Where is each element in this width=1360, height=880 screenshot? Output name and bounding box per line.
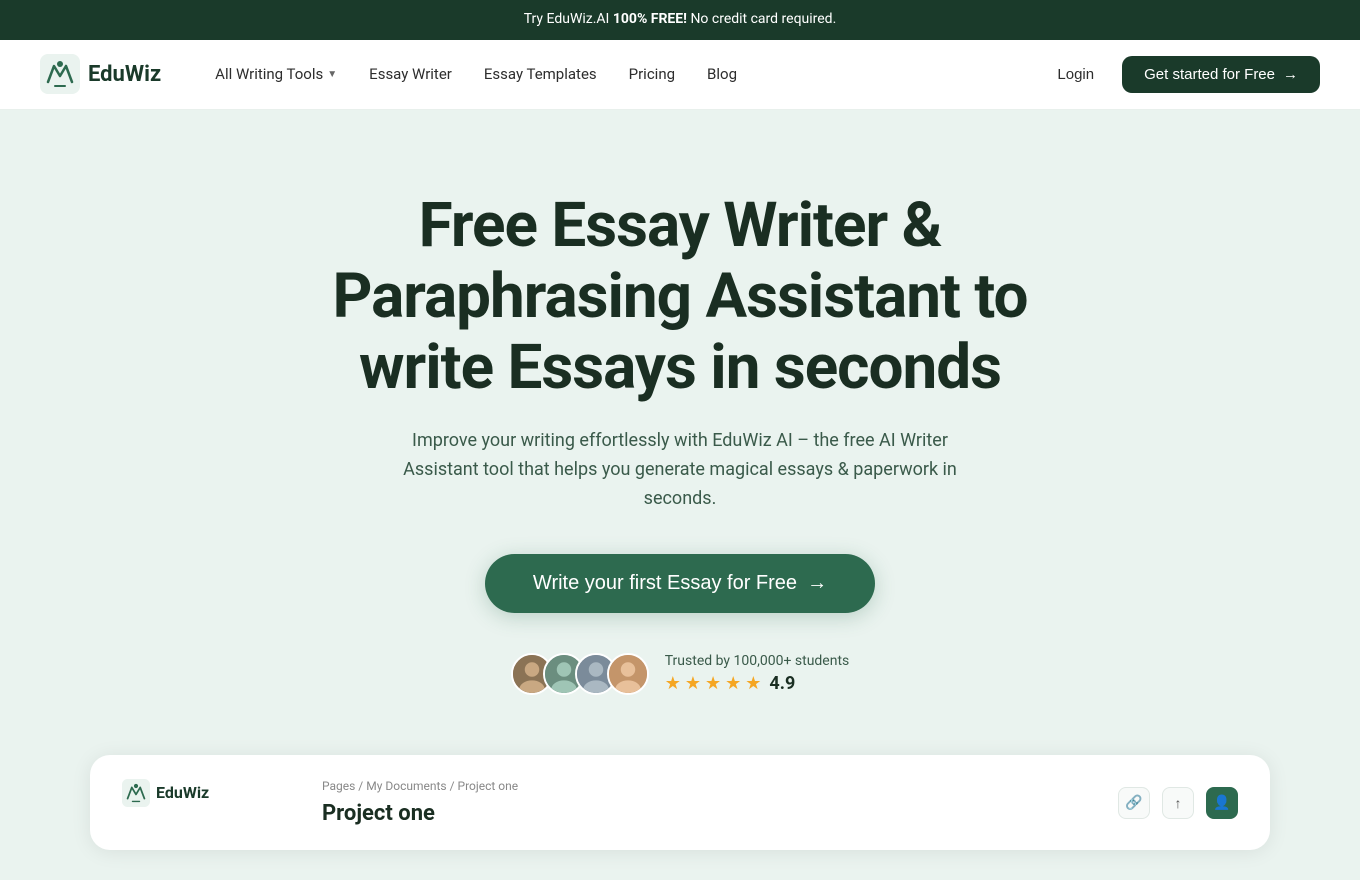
nav-item-essay-templates[interactable]: Essay Templates <box>470 57 611 91</box>
nav-links: All Writing Tools ▼ Essay Writer Essay T… <box>201 57 751 91</box>
nav-item-pricing[interactable]: Pricing <box>615 57 689 91</box>
card-actions: 🔗 ↑ 👤 <box>1118 779 1238 819</box>
star-icon: ★ <box>745 673 761 694</box>
trust-info: Trusted by 100,000+ students ★ ★ ★ ★ ★ 4… <box>665 653 850 694</box>
navbar-left: EduWiz All Writing Tools ▼ Essay Writer … <box>40 54 751 94</box>
social-proof: Trusted by 100,000+ students ★ ★ ★ ★ ★ 4… <box>40 653 1320 695</box>
chevron-down-icon: ▼ <box>327 69 337 80</box>
arrow-right-icon: → <box>1283 66 1298 83</box>
navbar-right: Login Get started for Free → <box>1041 56 1320 93</box>
bottom-card: EduWiz Pages / My Documents / Project on… <box>90 755 1270 850</box>
project-title: Project one <box>322 801 1078 826</box>
logo-text: EduWiz <box>88 62 161 87</box>
login-button[interactable]: Login <box>1041 58 1110 91</box>
nav-item-essay-writer[interactable]: Essay Writer <box>355 57 466 91</box>
avatar <box>607 653 649 695</box>
star-icon: ★ <box>685 673 701 694</box>
breadcrumb: Pages / My Documents / Project one <box>322 779 1078 793</box>
logo-icon <box>40 54 80 94</box>
user-plus-icon: 👤 <box>1213 794 1230 811</box>
star-icon: ★ <box>705 673 721 694</box>
banner-text: Try EduWiz.AI 100% FREE! No credit card … <box>524 11 837 27</box>
announcement-banner: Try EduWiz.AI 100% FREE! No credit card … <box>0 0 1360 40</box>
nav-item-all-writing-tools[interactable]: All Writing Tools ▼ <box>201 57 351 91</box>
star-icon: ★ <box>665 673 681 694</box>
link-icon: 🔗 <box>1125 794 1142 811</box>
star-icon: ★ <box>725 673 741 694</box>
card-sidebar: EduWiz <box>122 779 282 807</box>
card-logo-text: EduWiz <box>156 783 209 802</box>
logo-link[interactable]: EduWiz <box>40 54 161 94</box>
hero-heading: Free Essay Writer & Paraphrasing Assista… <box>300 190 1060 404</box>
bottom-card-wrapper: EduWiz Pages / My Documents / Project on… <box>0 755 1360 880</box>
share-action-button[interactable]: 👤 <box>1206 787 1238 819</box>
trust-label: Trusted by 100,000+ students <box>665 653 850 669</box>
card-main-content: Pages / My Documents / Project one Proje… <box>322 779 1078 826</box>
nav-item-blog[interactable]: Blog <box>693 57 751 91</box>
navbar: EduWiz All Writing Tools ▼ Essay Writer … <box>0 40 1360 110</box>
avatar-group <box>511 653 649 695</box>
rating-number: 4.9 <box>769 673 795 694</box>
cta-button[interactable]: Write your first Essay for Free → <box>485 554 875 613</box>
export-icon: ↑ <box>1175 795 1182 811</box>
card-logo-icon <box>122 779 150 807</box>
card-logo: EduWiz <box>122 779 282 807</box>
hero-section: Free Essay Writer & Paraphrasing Assista… <box>0 110 1360 755</box>
link-action-button[interactable]: 🔗 <box>1118 787 1150 819</box>
arrow-right-icon: → <box>807 572 827 595</box>
stars-row: ★ ★ ★ ★ ★ 4.9 <box>665 673 850 694</box>
hero-subtext: Improve your writing effortlessly with E… <box>390 427 970 513</box>
export-action-button[interactable]: ↑ <box>1162 787 1194 819</box>
get-started-button[interactable]: Get started for Free → <box>1122 56 1320 93</box>
